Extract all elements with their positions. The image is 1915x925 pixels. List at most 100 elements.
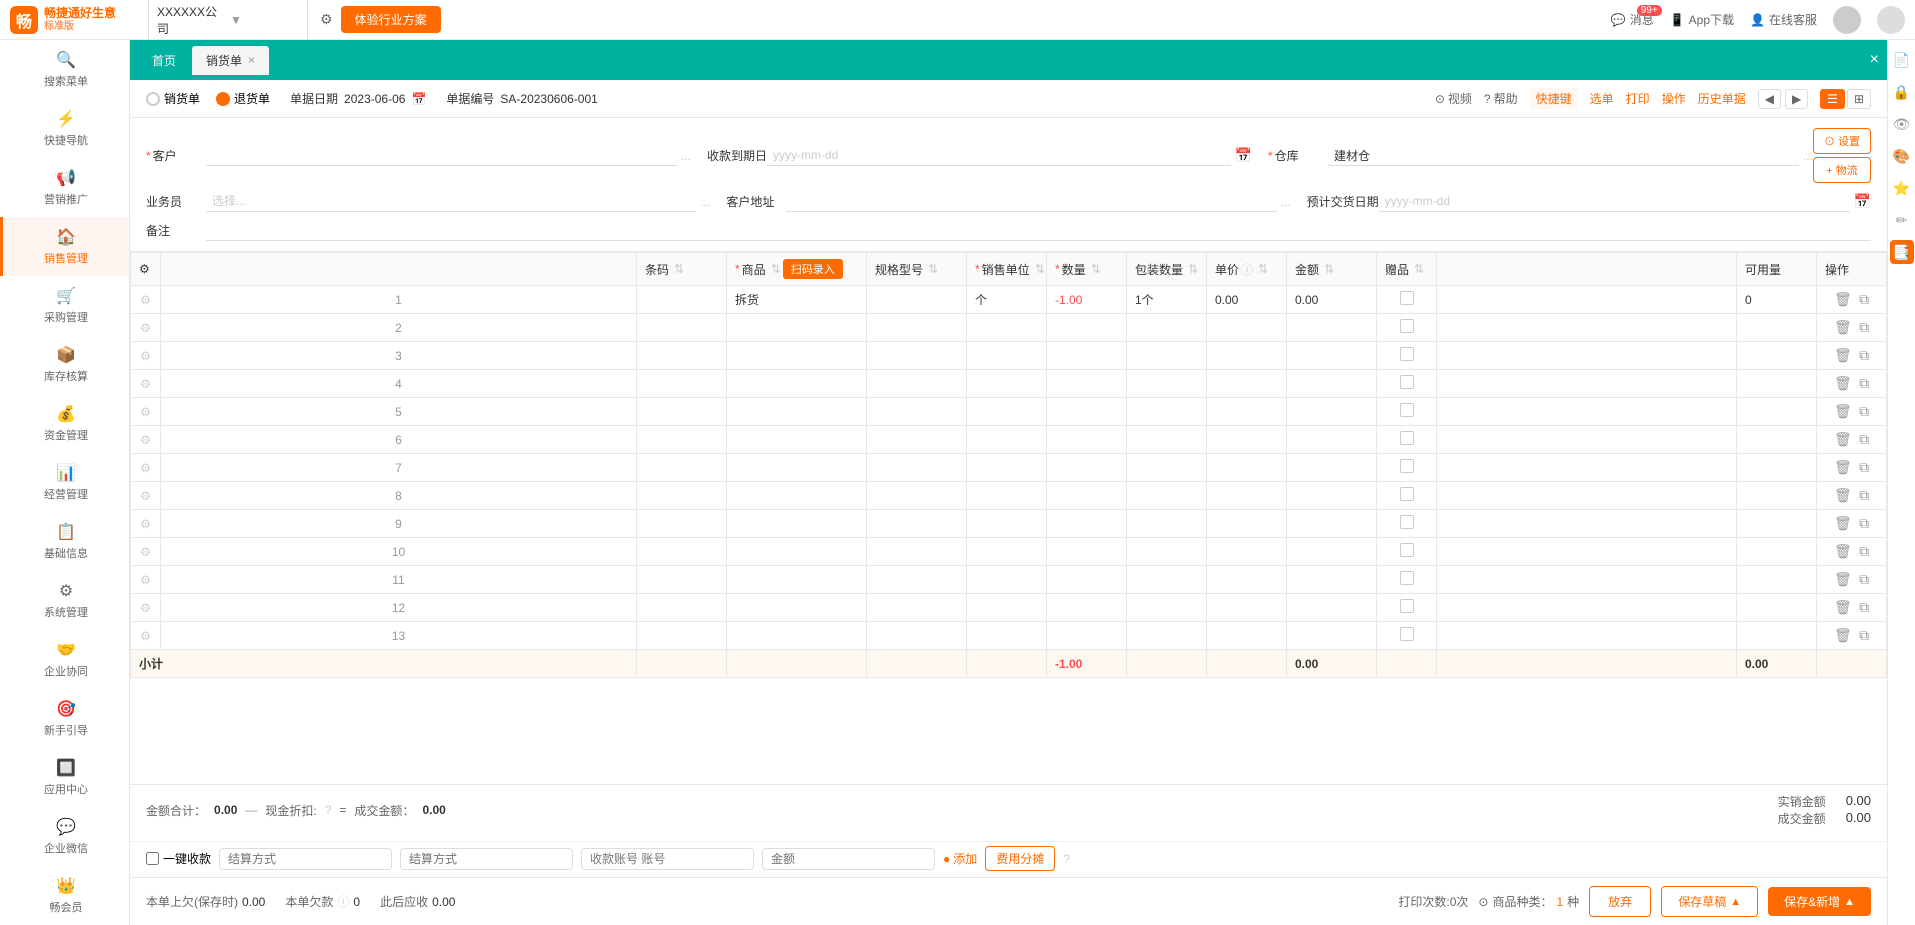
cell-unit-price-2[interactable] xyxy=(1207,342,1287,370)
customer-addr-dots[interactable]: ... xyxy=(1281,195,1291,209)
delete-btn-10[interactable]: 🗑 xyxy=(1834,571,1852,588)
cell-qty-2[interactable] xyxy=(1047,342,1127,370)
cell-spec-7[interactable] xyxy=(867,482,967,510)
copy-btn-10[interactable]: ⧉ xyxy=(1859,571,1869,588)
cell-barcode-0[interactable] xyxy=(637,286,727,314)
row-gear-icon-12[interactable]: ⚙ xyxy=(140,629,151,643)
save-draft-btn[interactable]: 保存草稿 ▲ xyxy=(1661,886,1758,917)
sidebar-item-purchase[interactable]: 🛒 采购管理 xyxy=(0,276,129,335)
row-gear-icon-10[interactable]: ⚙ xyxy=(140,573,151,587)
delete-btn-2[interactable]: 🗑 xyxy=(1834,347,1852,364)
cell-gift-8[interactable] xyxy=(1377,510,1437,538)
gift-checkbox-6[interactable] xyxy=(1400,459,1414,473)
copy-btn-4[interactable]: ⧉ xyxy=(1859,403,1869,420)
cell-qty-4[interactable] xyxy=(1047,398,1127,426)
delete-btn-5[interactable]: 🗑 xyxy=(1834,431,1852,448)
cell-spec-5[interactable] xyxy=(867,426,967,454)
salesperson-dots[interactable]: ... xyxy=(700,195,710,209)
fee-help-icon[interactable]: ? xyxy=(1063,852,1070,866)
cell-gift-7[interactable] xyxy=(1377,482,1437,510)
copy-btn-11[interactable]: ⧉ xyxy=(1859,599,1869,616)
gift-checkbox-5[interactable] xyxy=(1400,431,1414,445)
app-download-btn[interactable]: 📱 App下载 xyxy=(1670,11,1734,28)
doc-prev-btn[interactable]: ◀ xyxy=(1758,89,1781,109)
radio-return[interactable]: 退货单 xyxy=(216,90,270,107)
cell-gift-5[interactable] xyxy=(1377,426,1437,454)
radio-sales[interactable]: 销货单 xyxy=(146,90,200,107)
cell-barcode-12[interactable] xyxy=(637,622,727,650)
payment-due-input[interactable] xyxy=(767,145,1231,166)
cell-gift-9[interactable] xyxy=(1377,538,1437,566)
right-icon-eye[interactable]: 👁 xyxy=(1890,112,1914,136)
gift-checkbox-10[interactable] xyxy=(1400,571,1414,585)
copy-btn-2[interactable]: ⧉ xyxy=(1859,347,1869,364)
cell-barcode-4[interactable] xyxy=(637,398,727,426)
right-icon-palette[interactable]: 🎨 xyxy=(1890,144,1914,168)
row-gear-icon-0[interactable]: ⚙ xyxy=(140,293,151,307)
gift-checkbox-9[interactable] xyxy=(1400,543,1414,557)
row-gear-icon-6[interactable]: ⚙ xyxy=(140,461,151,475)
sidebar-item-sales[interactable]: 🏠 销售管理 xyxy=(0,217,129,276)
copy-btn-1[interactable]: ⧉ xyxy=(1859,319,1869,336)
cell-barcode-8[interactable] xyxy=(637,510,727,538)
settings-icon[interactable]: ⚙ xyxy=(320,11,333,28)
copy-btn-0[interactable]: ⧉ xyxy=(1859,291,1869,308)
right-icon-edit[interactable]: ✏ xyxy=(1890,208,1914,232)
cell-unit-price-6[interactable] xyxy=(1207,454,1287,482)
copy-btn-5[interactable]: ⧉ xyxy=(1859,431,1869,448)
sidebar-item-operations[interactable]: 📊 经营管理 xyxy=(0,453,129,512)
gift-sort-icon[interactable]: ⇅ xyxy=(1414,262,1424,276)
action-print[interactable]: 打印 xyxy=(1626,90,1650,107)
cell-qty-10[interactable] xyxy=(1047,566,1127,594)
cell-spec-0[interactable] xyxy=(867,286,967,314)
tab-close-all-icon[interactable]: × xyxy=(1870,51,1879,69)
copy-btn-9[interactable]: ⧉ xyxy=(1859,543,1869,560)
row-gear-icon-4[interactable]: ⚙ xyxy=(140,405,151,419)
action-video[interactable]: ⊙ 视频 xyxy=(1435,90,1472,107)
gift-checkbox-8[interactable] xyxy=(1400,515,1414,529)
customer-dots[interactable]: ... xyxy=(681,149,691,163)
cell-barcode-6[interactable] xyxy=(637,454,727,482)
sidebar-item-member[interactable]: 👑 畅会员 xyxy=(0,866,129,925)
delete-btn-0[interactable]: 🗑 xyxy=(1834,291,1852,308)
expected-date-input[interactable] xyxy=(1379,191,1850,212)
action-select[interactable]: 选单 xyxy=(1590,90,1614,107)
abandon-btn[interactable]: 放弃 xyxy=(1589,886,1651,917)
gift-checkbox-1[interactable] xyxy=(1400,319,1414,333)
cell-qty-8[interactable] xyxy=(1047,510,1127,538)
cell-gift-2[interactable] xyxy=(1377,342,1437,370)
cell-qty-12[interactable] xyxy=(1047,622,1127,650)
cell-gift-4[interactable] xyxy=(1377,398,1437,426)
delete-btn-6[interactable]: 🗑 xyxy=(1834,459,1852,476)
pay-method-input[interactable] xyxy=(219,848,392,870)
cell-spec-4[interactable] xyxy=(867,398,967,426)
cell-qty-6[interactable] xyxy=(1047,454,1127,482)
salesperson-input[interactable] xyxy=(206,191,696,212)
service-btn[interactable]: 👤 在线客服 xyxy=(1750,11,1817,28)
delete-btn-11[interactable]: 🗑 xyxy=(1834,599,1852,616)
row-gear-icon-8[interactable]: ⚙ xyxy=(140,517,151,531)
right-icon-orange[interactable]: 📑 xyxy=(1890,240,1914,264)
avatar[interactable] xyxy=(1833,6,1861,34)
barcode-sort-icon[interactable]: ⇅ xyxy=(674,262,684,276)
cell-qty-3[interactable] xyxy=(1047,370,1127,398)
gift-checkbox-4[interactable] xyxy=(1400,403,1414,417)
cell-barcode-10[interactable] xyxy=(637,566,727,594)
price-sort-icon[interactable]: ⇅ xyxy=(1258,262,1268,276)
cell-qty-5[interactable] xyxy=(1047,426,1127,454)
cell-unit-price-5[interactable] xyxy=(1207,426,1287,454)
row-gear-icon-9[interactable]: ⚙ xyxy=(140,545,151,559)
view-grid-btn[interactable]: ⊞ xyxy=(1847,89,1871,109)
cell-spec-3[interactable] xyxy=(867,370,967,398)
tab-home[interactable]: 首页 xyxy=(138,46,190,75)
pay-amount-input[interactable] xyxy=(762,848,935,870)
sidebar-item-shortcut[interactable]: ⚡ 快捷导航 xyxy=(0,99,129,158)
product-sort-icon[interactable]: ⇅ xyxy=(771,262,781,276)
amount-sort-icon[interactable]: ⇅ xyxy=(1324,262,1334,276)
cell-barcode-11[interactable] xyxy=(637,594,727,622)
copy-btn-3[interactable]: ⧉ xyxy=(1859,375,1869,392)
save-new-btn[interactable]: 保存&新增 ▲ xyxy=(1768,887,1871,916)
cell-gift-6[interactable] xyxy=(1377,454,1437,482)
tab-sales-order[interactable]: 销货单 × xyxy=(192,46,269,75)
fee-split-btn[interactable]: 费用分摊 xyxy=(985,846,1055,871)
